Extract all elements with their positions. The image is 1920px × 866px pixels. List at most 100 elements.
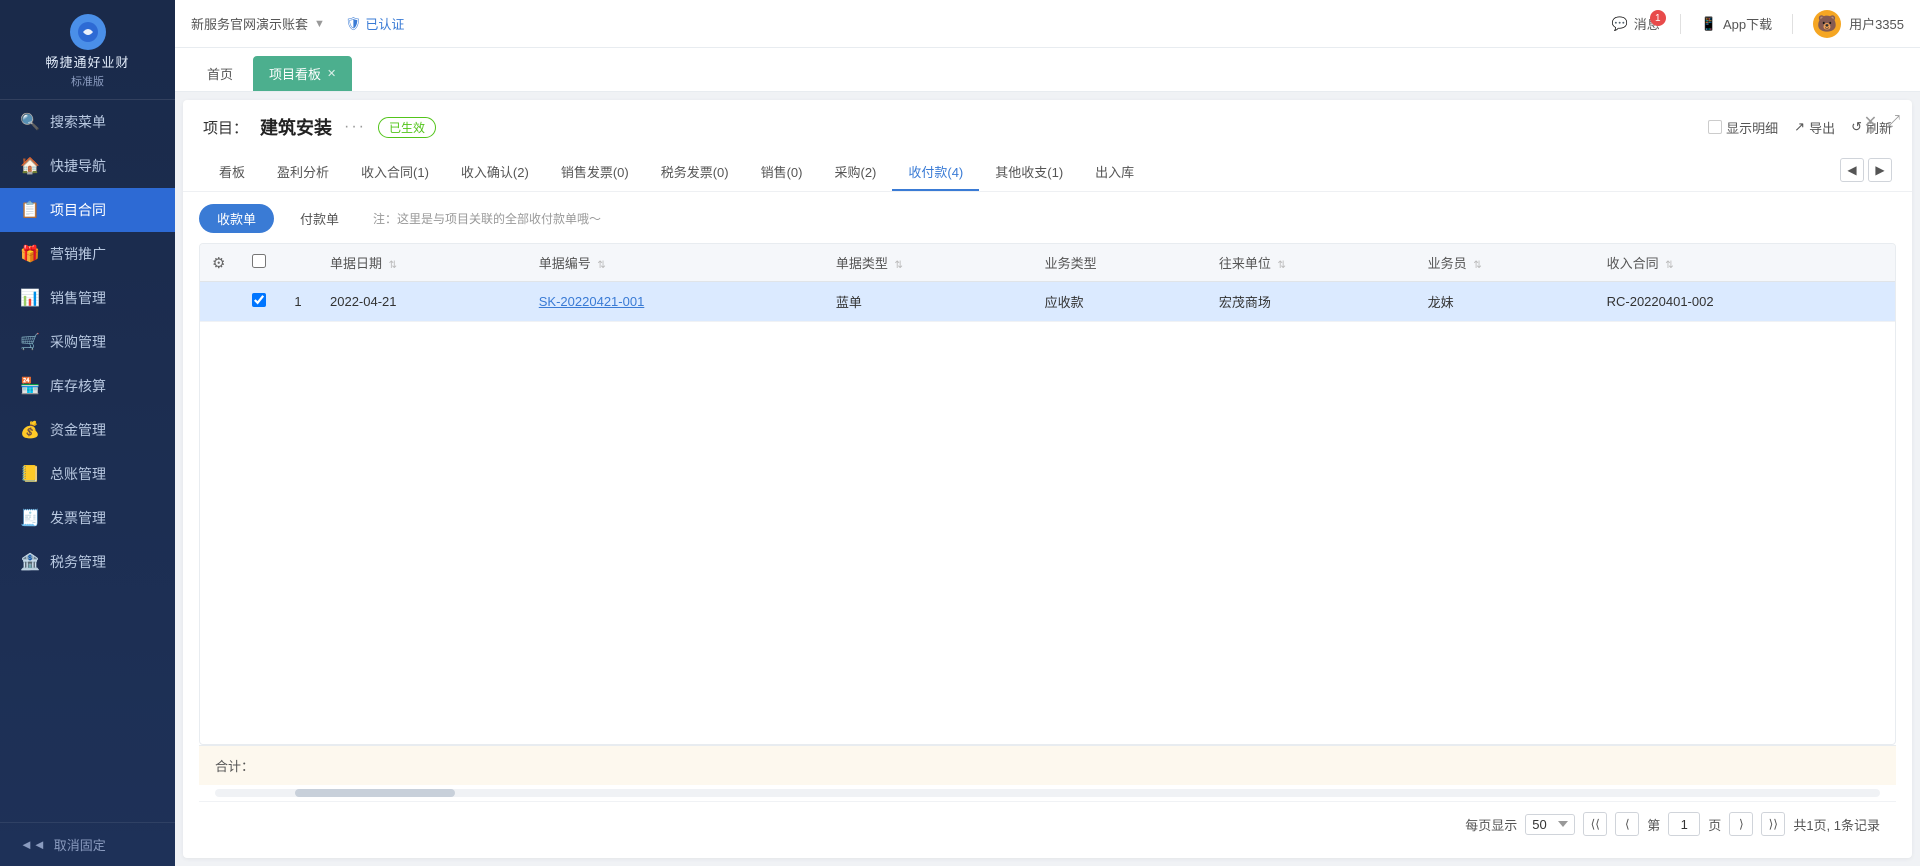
num-column-header	[278, 244, 318, 282]
sort-date-icon[interactable]: ⇅	[389, 260, 397, 271]
account-selector[interactable]: 新服务官网演示账套 ▼	[191, 14, 325, 33]
row-code-cell[interactable]: SK-20220421-001	[527, 282, 824, 322]
sort-code-icon[interactable]: ⇅	[597, 260, 605, 271]
project-label: 项目：	[203, 117, 248, 138]
partner-column-header[interactable]: 往来单位 ⇅	[1207, 244, 1416, 282]
page-size-select[interactable]: 50 20 100	[1525, 814, 1575, 835]
app-edition: 标准版	[71, 73, 104, 89]
refresh-icon: ↺	[1851, 119, 1862, 135]
app-download-label: App下载	[1723, 14, 1772, 33]
sub-tab-next-icon[interactable]: ▶	[1868, 158, 1892, 182]
more-icon[interactable]: ···	[344, 118, 366, 136]
sidebar-item-label: 资金管理	[50, 420, 106, 440]
sidebar-item-search[interactable]: 🔍 搜索菜单	[0, 100, 175, 144]
sub-tab-income-contract[interactable]: 收入合同(1)	[345, 154, 445, 191]
project-name: 建筑安装	[260, 114, 332, 140]
sidebar-item-label: 销售管理	[50, 288, 106, 308]
export-button[interactable]: ↗ 导出	[1794, 118, 1835, 137]
sidebar-item-tax[interactable]: 🏦 税务管理	[0, 540, 175, 584]
sidebar-item-inventory[interactable]: 🏪 库存核算	[0, 364, 175, 408]
sub-tab-sales[interactable]: 销售(0)	[745, 154, 819, 191]
pin-icon: ◄◄	[20, 837, 46, 852]
scrollbar-thumb[interactable]	[295, 789, 455, 797]
account-name: 新服务官网演示账套	[191, 14, 308, 33]
sub-tabs: 看板 盈利分析 收入合同(1) 收入确认(2) 销售发票(0) 税务发票(0)	[203, 154, 1892, 191]
table-footer: 合计：	[199, 745, 1896, 785]
sidebar-item-contract[interactable]: 📋 项目合同	[0, 188, 175, 232]
inner-tabs: 收款单 付款单 注：这里是与项目关联的全部收付款单哦～	[199, 204, 1896, 233]
sidebar-item-purchase[interactable]: 🛒 采购管理	[0, 320, 175, 364]
date-column-header[interactable]: 单据日期 ⇅	[318, 244, 527, 282]
show-detail-action[interactable]: 显示明细	[1708, 118, 1778, 137]
data-table: ⚙ 单据日期 ⇅ 单据编号	[200, 244, 1895, 322]
sub-tab-prev-icon[interactable]: ◀	[1840, 158, 1864, 182]
tab-home[interactable]: 首页	[191, 56, 249, 91]
sub-tab-receive-pay[interactable]: 收付款(4)	[892, 154, 979, 191]
sidebar-item-label: 税务管理	[50, 552, 106, 572]
horizontal-scrollbar[interactable]	[215, 789, 1880, 797]
current-page-input[interactable]	[1668, 812, 1700, 836]
cancel-fixed-label: 取消固定	[54, 835, 106, 854]
sub-tab-board[interactable]: 看板	[203, 154, 261, 191]
cart-icon: 🛒	[20, 332, 40, 352]
maximize-icon[interactable]: ⤢	[1887, 113, 1900, 131]
row-partner-cell: 宏茂商场	[1207, 282, 1416, 322]
prev-page-button[interactable]: ⟨	[1615, 812, 1639, 836]
settings-column-header[interactable]: ⚙	[200, 244, 240, 282]
settings-icon[interactable]: ⚙	[212, 255, 225, 272]
tab-home-label: 首页	[207, 64, 233, 83]
sort-type-icon[interactable]: ⇅	[894, 260, 902, 271]
table-row[interactable]: 1 2022-04-21 SK-20220421-001 蓝单	[200, 282, 1895, 322]
sub-tab-other-expense[interactable]: 其他收支(1)	[979, 154, 1079, 191]
app-logo-icon	[70, 14, 106, 50]
sidebar-item-sales[interactable]: 📊 销售管理	[0, 276, 175, 320]
income-contract-column-header[interactable]: 收入合同 ⇅	[1595, 244, 1895, 282]
sidebar-item-marketing[interactable]: 🎁 营销推广	[0, 232, 175, 276]
sidebar-item-invoice[interactable]: 🧾 发票管理	[0, 496, 175, 540]
user-menu[interactable]: 🐻 用户3355	[1813, 10, 1904, 38]
code-column-header[interactable]: 单据编号 ⇅	[527, 244, 824, 282]
salesperson-column-header[interactable]: 业务员 ⇅	[1416, 244, 1595, 282]
sub-tab-profit[interactable]: 盈利分析	[261, 154, 345, 191]
select-all-checkbox[interactable]	[252, 254, 266, 268]
sidebar: 畅捷通好业财 标准版 🔍 搜索菜单 🏠 快捷导航 📋 项目合同 🎁 营销推广 📊…	[0, 0, 175, 866]
receive-tab-button[interactable]: 收款单	[199, 204, 274, 233]
first-page-button[interactable]: ⟨⟨	[1583, 812, 1607, 836]
show-detail-checkbox[interactable]	[1708, 120, 1722, 134]
notification-count: 1	[1650, 10, 1666, 26]
chart-icon: 📊	[20, 288, 40, 308]
tab-close-icon[interactable]: ✕	[327, 67, 336, 80]
page-label: 第	[1647, 815, 1660, 834]
book-icon: 📒	[20, 464, 40, 484]
show-detail-label: 显示明细	[1726, 118, 1778, 137]
sidebar-item-label: 搜索菜单	[50, 112, 106, 132]
sidebar-item-ledger[interactable]: 📒 总账管理	[0, 452, 175, 496]
sidebar-item-label: 总账管理	[50, 464, 106, 484]
sub-tab-inout[interactable]: 出入库	[1079, 154, 1150, 191]
sidebar-item-quicknav[interactable]: 🏠 快捷导航	[0, 144, 175, 188]
sidebar-item-funds[interactable]: 💰 资金管理	[0, 408, 175, 452]
checkbox-column-header[interactable]	[240, 244, 278, 282]
scrollbar-row	[199, 785, 1896, 801]
cancel-fixed-button[interactable]: ◄◄ 取消固定	[0, 822, 175, 866]
app-download-button[interactable]: 📱 App下载	[1701, 14, 1772, 33]
message-button[interactable]: 💬 消息 1	[1612, 14, 1660, 33]
total-info: 共1页, 1条记录	[1793, 815, 1880, 834]
row-checkbox-cell[interactable]	[240, 282, 278, 322]
sort-partner-icon[interactable]: ⇅	[1278, 260, 1286, 271]
sort-income-contract-icon[interactable]: ⇅	[1665, 260, 1673, 271]
next-page-button[interactable]: ⟩	[1729, 812, 1753, 836]
sub-tab-income-confirm[interactable]: 收入确认(2)	[445, 154, 545, 191]
sub-tab-tax-invoice[interactable]: 税务发票(0)	[645, 154, 745, 191]
sort-salesperson-icon[interactable]: ⇅	[1473, 260, 1481, 271]
pay-tab-button[interactable]: 付款单	[282, 204, 357, 233]
row-settings-cell	[200, 282, 240, 322]
tab-project-board[interactable]: 项目看板 ✕	[253, 56, 352, 91]
close-icon[interactable]: ✕	[1864, 112, 1877, 132]
type-column-header[interactable]: 单据类型 ⇅	[824, 244, 1033, 282]
sub-tab-purchase[interactable]: 采购(2)	[818, 154, 892, 191]
biz-type-column-header: 业务类型	[1033, 244, 1207, 282]
last-page-button[interactable]: ⟩⟩	[1761, 812, 1785, 836]
row-checkbox[interactable]	[252, 293, 266, 307]
sub-tab-sales-invoice[interactable]: 销售发票(0)	[545, 154, 645, 191]
